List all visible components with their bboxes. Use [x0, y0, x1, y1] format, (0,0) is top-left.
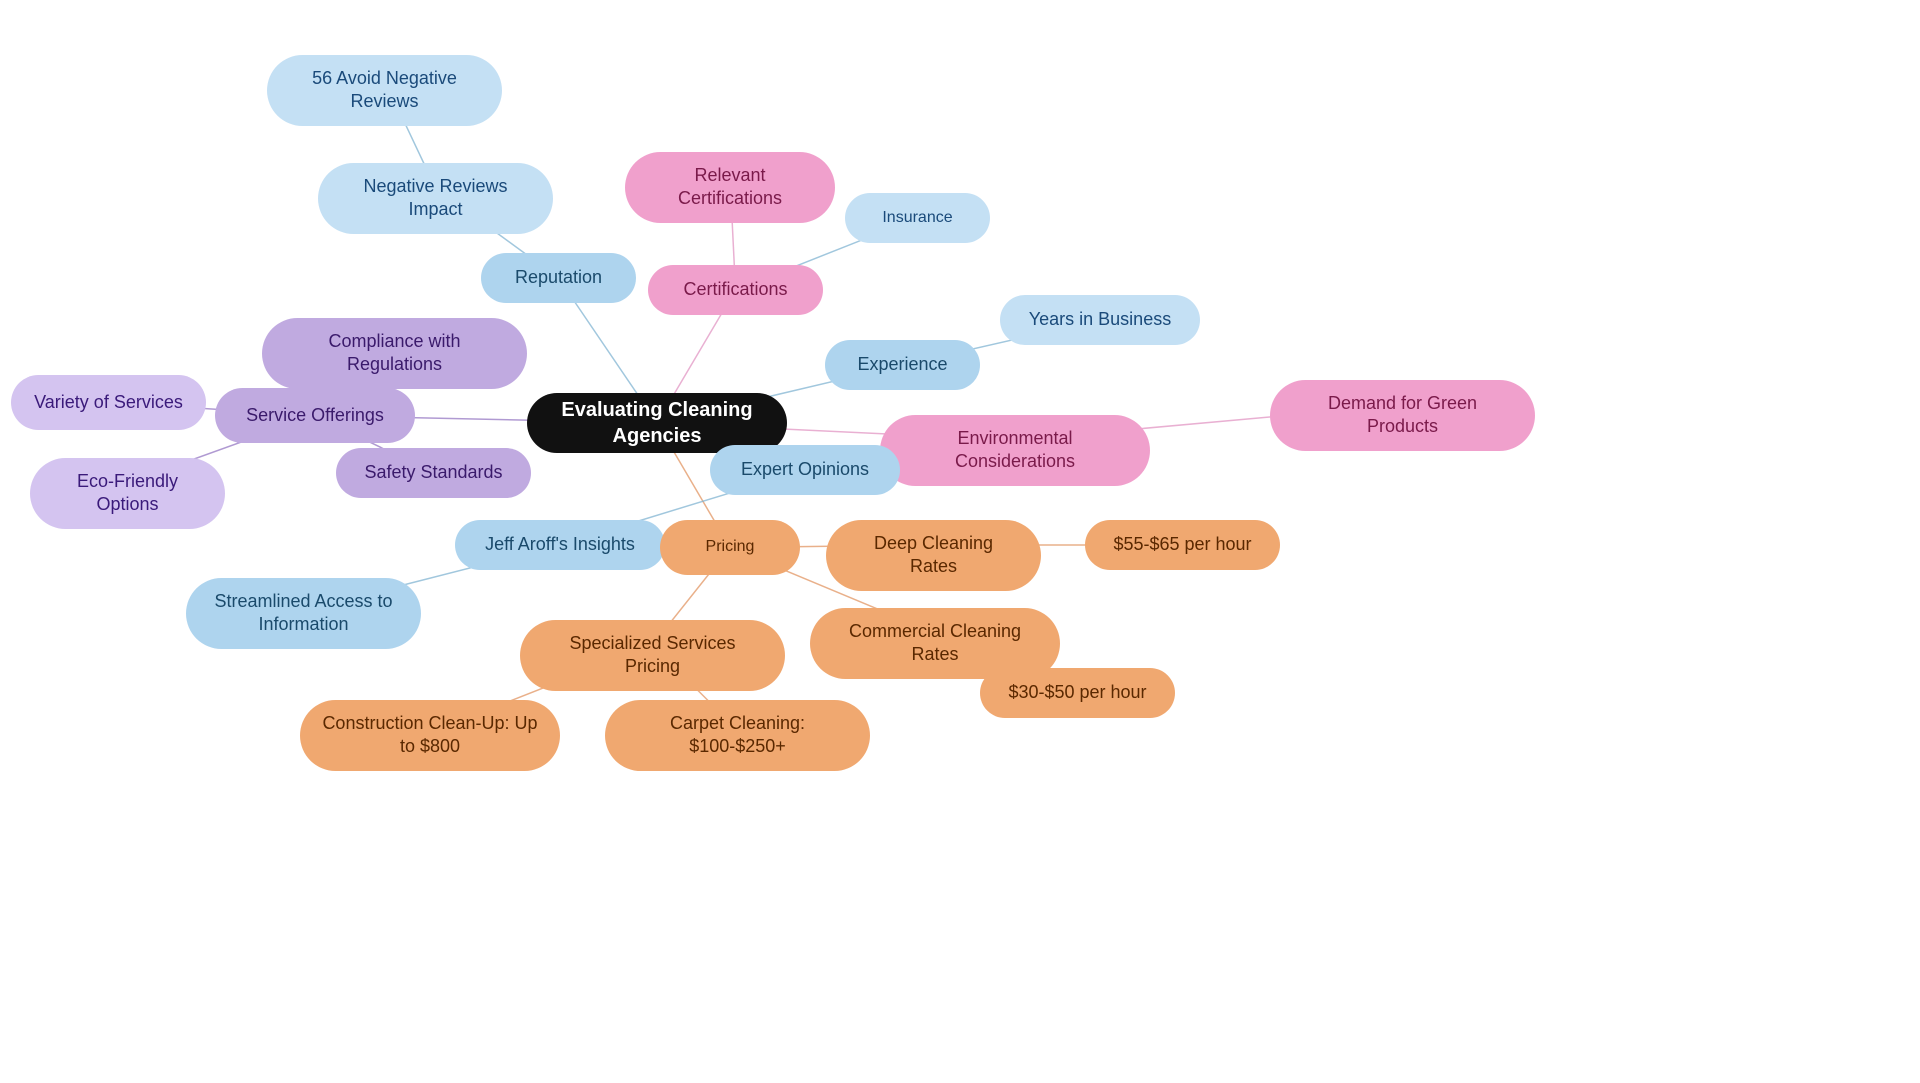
specialized-services-pricing-node: Specialized Services Pricing [520, 620, 785, 691]
center-node: Evaluating Cleaning Agencies [527, 393, 787, 453]
deep-cleaning-rates-node: Deep Cleaning Rates [826, 520, 1041, 591]
pricing-node: Pricing [660, 520, 800, 575]
variety-of-services-node: Variety of Services [11, 375, 206, 430]
jeff-aroffs-insights-node: Jeff Aroff's Insights [455, 520, 665, 570]
compliance-with-regulations-node: Compliance with Regulations [262, 318, 527, 389]
service-offerings-node: Service Offerings [215, 388, 415, 443]
safety-standards-node: Safety Standards [336, 448, 531, 498]
environmental-considerations-node: Environmental Considerations [880, 415, 1150, 486]
certifications-node: Certifications [648, 265, 823, 315]
expert-opinions-node: Expert Opinions [710, 445, 900, 495]
insurance-node: Insurance [845, 193, 990, 243]
negative-reviews-impact-node: Negative Reviews Impact [318, 163, 553, 234]
streamlined-access-node: Streamlined Access to Information [186, 578, 421, 649]
carpet-cleaning-node: Carpet Cleaning: $100-$250+ [605, 700, 870, 771]
years-in-business-node: Years in Business [1000, 295, 1200, 345]
experience-node: Experience [825, 340, 980, 390]
avoid-negative-reviews-node: 56 Avoid Negative Reviews [267, 55, 502, 126]
eco-friendly-options-node: Eco-Friendly Options [30, 458, 225, 529]
demand-for-green-products-node: Demand for Green Products [1270, 380, 1535, 451]
55-65-per-hour-node: $55-$65 per hour [1085, 520, 1280, 570]
reputation-node: Reputation [481, 253, 636, 303]
construction-cleanup-node: Construction Clean-Up: Up to $800 [300, 700, 560, 771]
relevant-certifications-node: Relevant Certifications [625, 152, 835, 223]
30-50-per-hour-node: $30-$50 per hour [980, 668, 1175, 718]
